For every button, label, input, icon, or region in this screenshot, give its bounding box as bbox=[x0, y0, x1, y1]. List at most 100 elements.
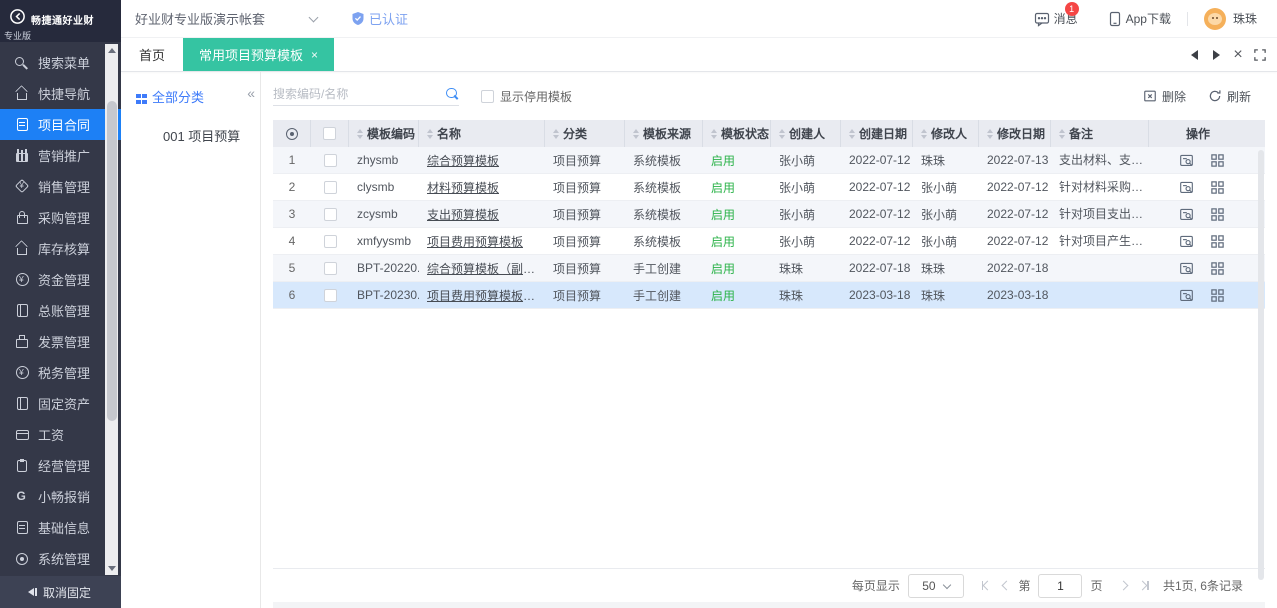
scrollbar-thumb[interactable] bbox=[106, 101, 117, 421]
column-header-code[interactable]: 模板编码 bbox=[349, 120, 419, 147]
preview-icon[interactable] bbox=[1179, 234, 1194, 249]
preview-icon[interactable] bbox=[1179, 207, 1194, 222]
search-input[interactable] bbox=[273, 86, 445, 101]
template-name-link[interactable]: 综合预算模板 bbox=[427, 152, 499, 169]
refresh-button[interactable]: 刷新 bbox=[1208, 88, 1251, 105]
last-page-button[interactable] bbox=[1138, 580, 1149, 591]
sidebar-scrollbar[interactable] bbox=[105, 44, 118, 575]
tab-close-all-button[interactable]: × bbox=[1227, 38, 1249, 72]
sidebar-item-project-contract[interactable]: 项目合同 bbox=[0, 109, 121, 140]
sidebar-item-marketing[interactable]: 营销推广 bbox=[0, 140, 121, 171]
user-avatar[interactable] bbox=[1203, 7, 1226, 30]
row-checkbox[interactable] bbox=[323, 153, 337, 167]
select-all-checkbox[interactable] bbox=[323, 127, 336, 140]
app-download-button[interactable]: App下载 bbox=[1108, 10, 1171, 27]
sidebar-item-fixed-assets[interactable]: 固定资产 bbox=[0, 388, 121, 419]
next-page-button[interactable] bbox=[1119, 580, 1129, 591]
table-row[interactable]: 5 BPT-20220... 综合预算模板（副本-2... 项目预算 手工创建 启用 珠珠 2… bbox=[273, 255, 1265, 282]
fullscreen-button[interactable] bbox=[1249, 38, 1271, 72]
account-selector[interactable]: 好业财专业版演示帐套 bbox=[135, 9, 319, 28]
qrcode-icon[interactable] bbox=[1210, 234, 1225, 249]
table-row[interactable]: 4 xmfyysmb 项目费用预算模板 项目预算 系统模板 启用 张小萌 2022-07-12… bbox=[273, 228, 1265, 255]
row-checkbox[interactable] bbox=[323, 207, 337, 221]
sort-icon[interactable] bbox=[987, 128, 993, 139]
sort-icon[interactable] bbox=[1059, 128, 1065, 139]
scroll-up-arrow-icon[interactable] bbox=[107, 48, 116, 53]
row-checkbox[interactable] bbox=[323, 261, 337, 275]
sidebar-item-reimburse[interactable]: 小畅报销 bbox=[0, 481, 121, 512]
row-checkbox[interactable] bbox=[323, 234, 337, 248]
delete-button[interactable]: 删除 bbox=[1143, 88, 1186, 105]
column-header-remark[interactable]: 备注 bbox=[1051, 120, 1149, 147]
sidebar-item-quick-nav[interactable]: 快捷导航 bbox=[0, 78, 121, 109]
row-checkbox[interactable] bbox=[323, 180, 337, 194]
table-row[interactable]: 2 clysmb 材料预算模板 项目预算 系统模板 启用 张小萌 2022-07-12 张小萌 2… bbox=[273, 174, 1265, 201]
per-page-select[interactable]: 50 bbox=[907, 573, 964, 598]
qrcode-icon[interactable] bbox=[1210, 153, 1225, 168]
column-header-name[interactable]: 名称 bbox=[419, 120, 545, 147]
gear-icon[interactable] bbox=[284, 126, 300, 142]
sort-icon[interactable] bbox=[427, 128, 433, 139]
sidebar-item-invoice[interactable]: 发票管理 bbox=[0, 326, 121, 357]
column-header-modified-date[interactable]: 修改日期 bbox=[979, 120, 1051, 147]
sort-icon[interactable] bbox=[849, 128, 855, 139]
tab-scroll-left-button[interactable] bbox=[1183, 38, 1205, 72]
template-name-link[interactable]: 项目费用预算模板（副... bbox=[427, 287, 545, 304]
sidebar-item-operations[interactable]: 经营管理 bbox=[0, 450, 121, 481]
column-header-category[interactable]: 分类 bbox=[545, 120, 625, 147]
qrcode-icon[interactable] bbox=[1210, 288, 1225, 303]
sort-icon[interactable] bbox=[633, 128, 639, 139]
sidebar-item-basic-info[interactable]: 基础信息 bbox=[0, 512, 121, 543]
search-icon[interactable] bbox=[445, 87, 459, 101]
sort-icon[interactable] bbox=[779, 128, 785, 139]
tab-close-icon[interactable]: × bbox=[311, 48, 318, 62]
sidebar-item-tax[interactable]: 税务管理 bbox=[0, 357, 121, 388]
show-disabled-checkbox[interactable] bbox=[481, 89, 494, 103]
sidebar-item-sales[interactable]: 销售管理 bbox=[0, 171, 121, 202]
tab-home[interactable]: 首页 bbox=[135, 38, 169, 71]
tab-budget-templates[interactable]: 常用项目预算模板 × bbox=[183, 38, 335, 71]
sidebar-item-search-menu[interactable]: 搜索菜单 bbox=[0, 47, 121, 78]
preview-icon[interactable] bbox=[1179, 261, 1194, 276]
column-header-creator[interactable]: 创建人 bbox=[771, 120, 841, 147]
sort-icon[interactable] bbox=[553, 128, 559, 139]
scroll-down-arrow-icon[interactable] bbox=[107, 566, 116, 571]
qrcode-icon[interactable] bbox=[1210, 207, 1225, 222]
template-name-link[interactable]: 支出预算模板 bbox=[427, 206, 499, 223]
template-name-link[interactable]: 项目费用预算模板 bbox=[427, 233, 523, 250]
sidebar-item-inventory[interactable]: 库存核算 bbox=[0, 233, 121, 264]
unpin-sidebar-button[interactable]: 取消固定 bbox=[0, 576, 121, 608]
sidebar-item-ledger[interactable]: 总账管理 bbox=[0, 295, 121, 326]
tab-scroll-right-button[interactable] bbox=[1205, 38, 1227, 72]
column-header-modifier[interactable]: 修改人 bbox=[913, 120, 979, 147]
template-name-link[interactable]: 材料预算模板 bbox=[427, 179, 499, 196]
tree-item-project-budget[interactable]: 001 项目预算 bbox=[121, 116, 260, 155]
page-input[interactable] bbox=[1038, 573, 1083, 598]
content-scrollbar[interactable] bbox=[1258, 150, 1264, 580]
qrcode-icon[interactable] bbox=[1210, 180, 1225, 195]
column-header-status[interactable]: 模板状态 bbox=[703, 120, 771, 147]
sidebar-item-purchase[interactable]: 采购管理 bbox=[0, 202, 121, 233]
table-row[interactable]: 6 BPT-20230... 项目费用预算模板（副... 项目预算 手工创建 启用 珠珠 20… bbox=[273, 282, 1265, 309]
show-disabled-toggle[interactable]: 显示停用模板 bbox=[481, 88, 572, 105]
user-name[interactable]: 珠珠 bbox=[1233, 10, 1257, 27]
scrollbar-track[interactable] bbox=[105, 57, 118, 562]
sort-icon[interactable] bbox=[357, 128, 363, 139]
category-tree-header[interactable]: 全部分类 bbox=[121, 72, 260, 116]
first-page-button[interactable] bbox=[981, 580, 993, 591]
sidebar-item-system[interactable]: 系统管理 bbox=[0, 543, 121, 574]
messages-button[interactable]: 消息 1 bbox=[1034, 2, 1079, 27]
sort-icon[interactable] bbox=[711, 128, 717, 139]
column-header-created-date[interactable]: 创建日期 bbox=[841, 120, 913, 147]
qrcode-icon[interactable] bbox=[1210, 261, 1225, 276]
preview-icon[interactable] bbox=[1179, 288, 1194, 303]
table-row[interactable]: 3 zcysmb 支出预算模板 项目预算 系统模板 启用 张小萌 2022-07-12 张小萌 2… bbox=[273, 201, 1265, 228]
row-checkbox[interactable] bbox=[323, 288, 337, 302]
preview-icon[interactable] bbox=[1179, 153, 1194, 168]
template-name-link[interactable]: 综合预算模板（副本-2... bbox=[427, 260, 545, 277]
sort-icon[interactable] bbox=[921, 128, 927, 139]
preview-icon[interactable] bbox=[1179, 180, 1194, 195]
prev-page-button[interactable] bbox=[1001, 580, 1012, 591]
column-header-source[interactable]: 模板来源 bbox=[625, 120, 703, 147]
sidebar-item-funds[interactable]: 资金管理 bbox=[0, 264, 121, 295]
